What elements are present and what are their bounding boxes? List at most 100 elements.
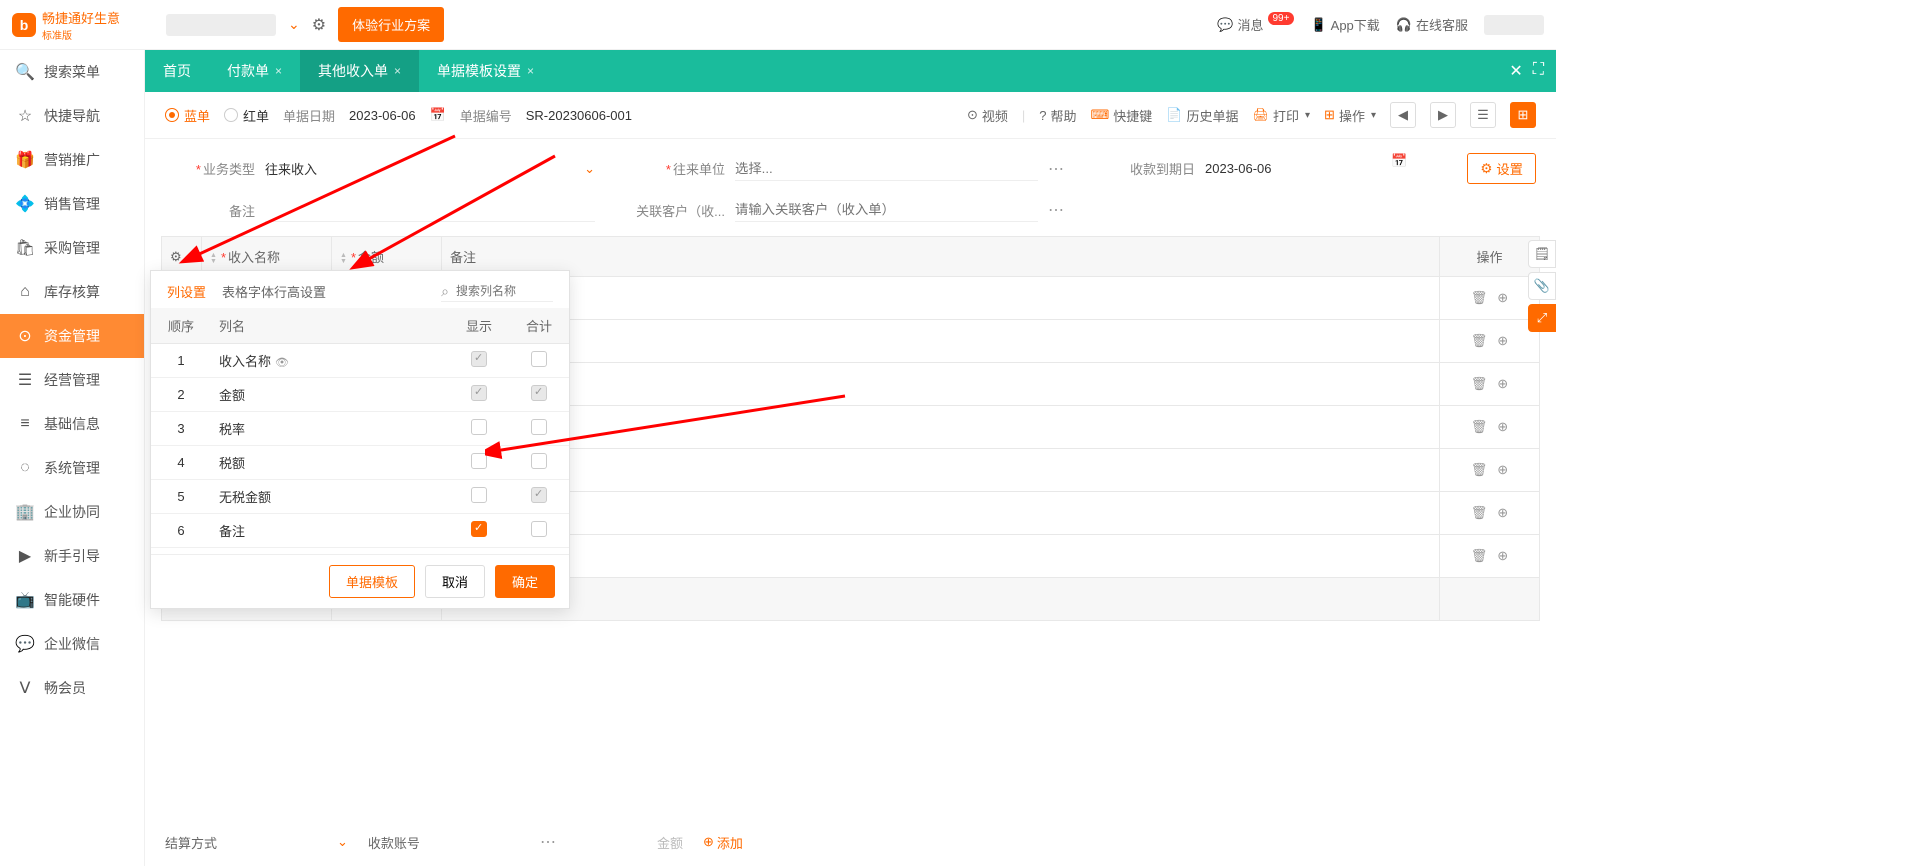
messages-link[interactable]: 💬 消息 99+ xyxy=(1217,15,1294,34)
org-caret-icon[interactable]: ⌄ xyxy=(288,16,300,33)
popover-tab-columns[interactable]: 列设置 xyxy=(167,282,206,301)
tab[interactable]: 其他收入单× xyxy=(300,50,419,92)
online-service-link[interactable]: 🎧 在线客服 xyxy=(1396,15,1468,34)
more-icon[interactable]: ⋯ xyxy=(1048,159,1065,179)
sidebar-item[interactable]: 💬企业微信 xyxy=(0,622,144,666)
chevron-down-icon[interactable]: ⌄ xyxy=(584,161,595,177)
try-solution-button[interactable]: 体验行业方案 xyxy=(338,7,444,42)
ok-button[interactable]: 确定 xyxy=(495,565,555,598)
settings-button[interactable]: ⚙设置 xyxy=(1467,153,1536,184)
avatar[interactable] xyxy=(1484,15,1544,35)
delete-icon[interactable]: 🗑 xyxy=(1471,376,1488,392)
sidebar-item[interactable]: 📺智能硬件 xyxy=(0,578,144,622)
copy-icon[interactable]: ⊕ xyxy=(1497,505,1508,521)
copy-icon[interactable]: ⊕ xyxy=(1497,376,1508,392)
remark-field: 备注 xyxy=(165,198,595,222)
copy-icon[interactable]: ⊕ xyxy=(1497,462,1508,478)
sidebar-item[interactable]: Ⅴ畅会员 xyxy=(0,666,144,710)
sum-checkbox[interactable] xyxy=(531,385,547,401)
hotkey-link[interactable]: ⌨快捷键 xyxy=(1091,106,1153,125)
show-checkbox[interactable] xyxy=(471,419,487,435)
copy-icon[interactable]: ⊕ xyxy=(1497,548,1508,564)
more-icon[interactable]: ⋯ xyxy=(540,832,557,852)
radio-blue[interactable]: 蓝单 xyxy=(165,106,210,125)
grid-view-button[interactable]: ⊞ xyxy=(1510,102,1536,128)
sidebar-item[interactable]: ☰经营管理 xyxy=(0,358,144,402)
sidebar-item[interactable]: 💠销售管理 xyxy=(0,182,144,226)
float-expand-icon[interactable]: ⤢ xyxy=(1528,304,1556,332)
print-link[interactable]: 🖨打印▾ xyxy=(1252,106,1310,125)
tab-close-icon[interactable]: × xyxy=(275,64,282,78)
copy-icon[interactable]: ⊕ xyxy=(1497,419,1508,435)
sort-icon: ▲▼ xyxy=(340,253,347,265)
show-checkbox[interactable] xyxy=(471,521,487,537)
close-icon[interactable]: ✕ xyxy=(1509,61,1522,81)
calendar-icon[interactable]: 📅 xyxy=(430,107,446,123)
chevron-down-icon[interactable]: ⌄ xyxy=(337,834,348,850)
next-button[interactable]: ▶ xyxy=(1430,102,1456,128)
gear-icon[interactable]: ⚙ xyxy=(312,15,326,35)
phead-name: 列名 xyxy=(211,308,449,344)
prev-button[interactable]: ◀ xyxy=(1390,102,1416,128)
ops-link[interactable]: ⊞操作▾ xyxy=(1324,106,1376,125)
radio-red[interactable]: 红单 xyxy=(224,106,269,125)
more-icon[interactable]: ⋯ xyxy=(1048,200,1065,220)
delete-icon[interactable]: 🗑 xyxy=(1471,548,1488,564)
delete-icon[interactable]: 🗑 xyxy=(1471,462,1488,478)
customer-input[interactable] xyxy=(735,198,1038,222)
sidebar-item[interactable]: ☆快捷导航 xyxy=(0,94,144,138)
cancel-button[interactable]: 取消 xyxy=(425,565,485,598)
template-button[interactable]: 单据模板 xyxy=(329,565,415,598)
show-checkbox[interactable] xyxy=(471,351,487,367)
unit-input[interactable] xyxy=(735,157,1038,181)
org-selector[interactable] xyxy=(166,14,276,36)
due-date-value[interactable]: 2023-06-06 xyxy=(1205,161,1272,176)
tab[interactable]: 付款单× xyxy=(209,50,300,92)
bottom-bar: 结算方式 ⌄ 收款账号 ⋯ 金额 ⊕添加 xyxy=(145,818,1556,866)
sum-checkbox[interactable] xyxy=(531,487,547,503)
history-link[interactable]: 📄历史单据 xyxy=(1166,106,1238,125)
calendar-icon[interactable]: 📅 xyxy=(1391,153,1407,184)
sidebar-item[interactable]: 🏢企业协同 xyxy=(0,490,144,534)
tab[interactable]: 单据模板设置× xyxy=(419,50,552,92)
help-link[interactable]: ?帮助 xyxy=(1039,106,1076,125)
app-download-link[interactable]: 📱 App下载 xyxy=(1310,15,1379,34)
sum-checkbox[interactable] xyxy=(531,521,547,537)
sidebar-item[interactable]: 🔍搜索菜单 xyxy=(0,50,144,94)
remark-input[interactable] xyxy=(265,198,595,222)
popover-tab-font[interactable]: 表格字体行高设置 xyxy=(222,282,326,301)
biz-type-value[interactable]: 往来收入 xyxy=(265,159,574,178)
sidebar-item[interactable]: ⊙资金管理 xyxy=(0,314,144,358)
sidebar-item[interactable]: ▶新手引导 xyxy=(0,534,144,578)
delete-icon[interactable]: 🗑 xyxy=(1471,505,1488,521)
column-search-input[interactable] xyxy=(453,281,553,301)
video-link[interactable]: ⊙视频 xyxy=(967,106,1008,125)
copy-icon[interactable]: ⊕ xyxy=(1497,290,1508,306)
list-view-button[interactable]: ☰ xyxy=(1470,102,1496,128)
delete-icon[interactable]: 🗑 xyxy=(1471,333,1488,349)
delete-icon[interactable]: 🗑 xyxy=(1471,290,1488,306)
add-button[interactable]: ⊕添加 xyxy=(703,833,743,852)
sidebar-item[interactable]: 🎁营销推广 xyxy=(0,138,144,182)
sum-checkbox[interactable] xyxy=(531,351,547,367)
date-value[interactable]: 2023-06-06 xyxy=(349,108,416,123)
show-checkbox[interactable] xyxy=(471,487,487,503)
show-checkbox[interactable] xyxy=(471,453,487,469)
sidebar-icon: 💬 xyxy=(16,635,34,653)
sidebar-item[interactable]: 🛍采购管理 xyxy=(0,226,144,270)
col-remark[interactable]: 备注 xyxy=(442,237,1440,277)
sum-checkbox[interactable] xyxy=(531,453,547,469)
show-checkbox[interactable] xyxy=(471,385,487,401)
tab-close-icon[interactable]: × xyxy=(527,64,534,78)
sidebar-item[interactable]: ◌系统管理 xyxy=(0,446,144,490)
copy-icon[interactable]: ⊕ xyxy=(1497,333,1508,349)
float-clip-icon[interactable]: 📎 xyxy=(1528,272,1556,300)
expand-icon[interactable]: ⛶ xyxy=(1533,61,1544,81)
sidebar-item[interactable]: ≡基础信息 xyxy=(0,402,144,446)
tab[interactable]: 首页 xyxy=(145,50,209,92)
tab-close-icon[interactable]: × xyxy=(394,64,401,78)
delete-icon[interactable]: 🗑 xyxy=(1471,419,1488,435)
sum-checkbox[interactable] xyxy=(531,419,547,435)
sidebar-item[interactable]: ⌂库存核算 xyxy=(0,270,144,314)
float-note-icon[interactable]: 🗒 xyxy=(1528,240,1556,268)
